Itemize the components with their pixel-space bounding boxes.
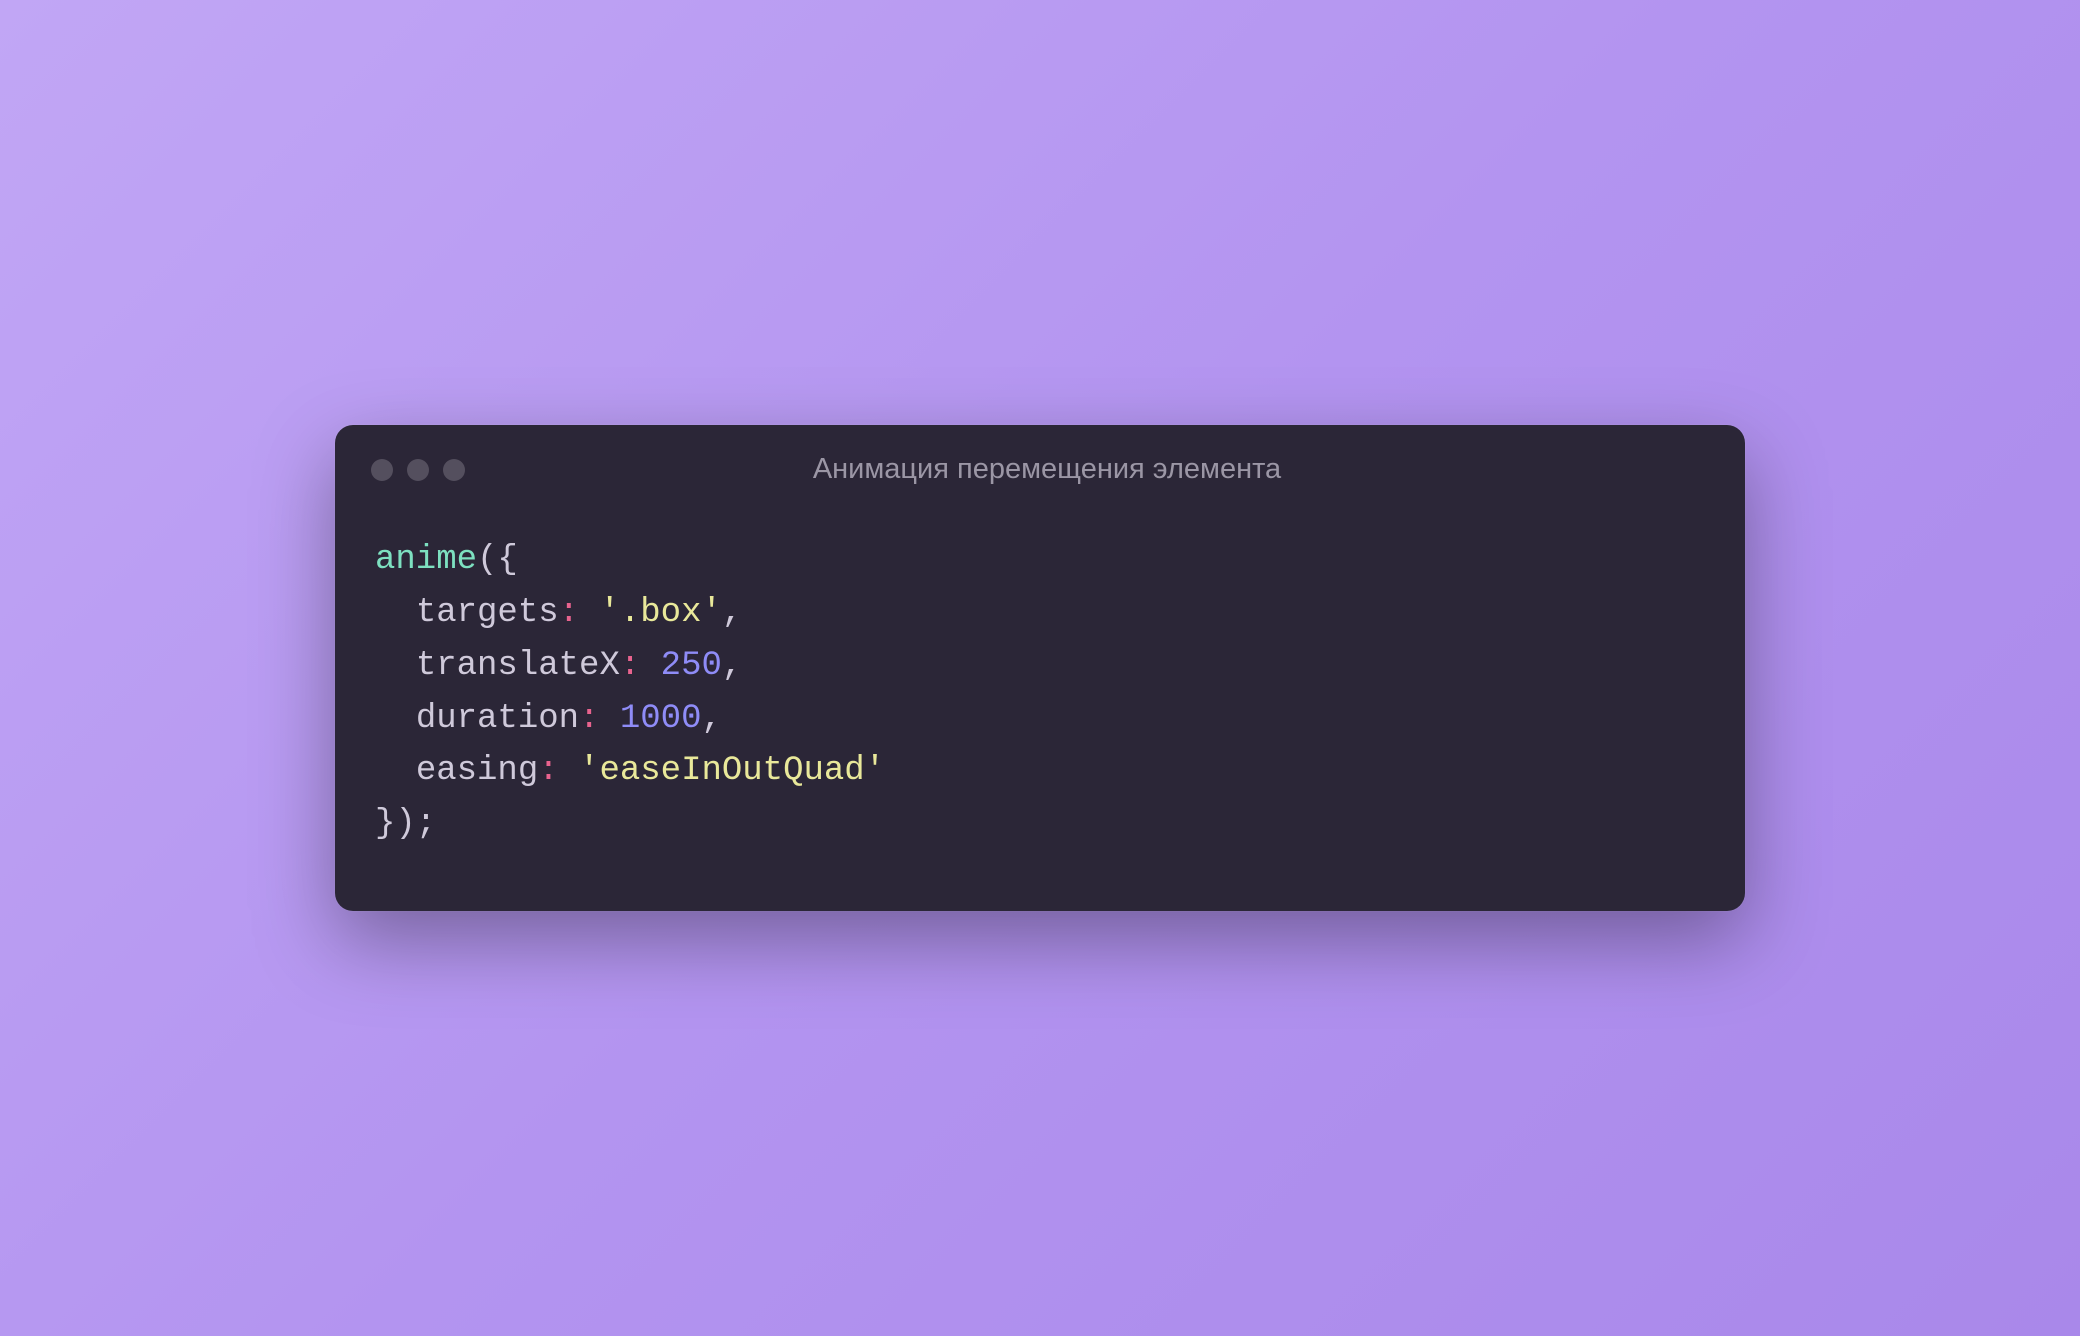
code-number: 1000 [620,700,702,738]
code-punct: }); [375,805,436,843]
window-title: Анимация перемещения элемента [385,453,1709,486]
code-punct: ({ [477,541,518,579]
code-property: targets [416,594,559,632]
code-indent [375,594,416,632]
code-editor[interactable]: anime({ targets: '.box', translateX: 250… [335,506,1745,910]
code-number: 250 [661,647,722,685]
code-colon: : [620,647,640,685]
code-colon: : [538,752,558,790]
code-indent [375,700,416,738]
code-window: Анимация перемещения элемента anime({ ta… [335,425,1745,910]
code-string: '.box' [599,594,721,632]
code-property: translateX [416,647,620,685]
code-string: 'easeInOutQuad' [579,752,885,790]
code-property: easing [416,752,538,790]
code-comma: , [722,647,742,685]
window-titlebar: Анимация перемещения элемента [335,425,1745,506]
code-colon: : [579,700,599,738]
code-colon: : [559,594,579,632]
code-comma: , [722,594,742,632]
code-space [559,752,579,790]
code-comma: , [701,700,721,738]
code-function-name: anime [375,541,477,579]
code-space [599,700,619,738]
code-space [640,647,660,685]
code-property: duration [416,700,579,738]
code-indent [375,647,416,685]
code-space [579,594,599,632]
code-indent [375,752,416,790]
